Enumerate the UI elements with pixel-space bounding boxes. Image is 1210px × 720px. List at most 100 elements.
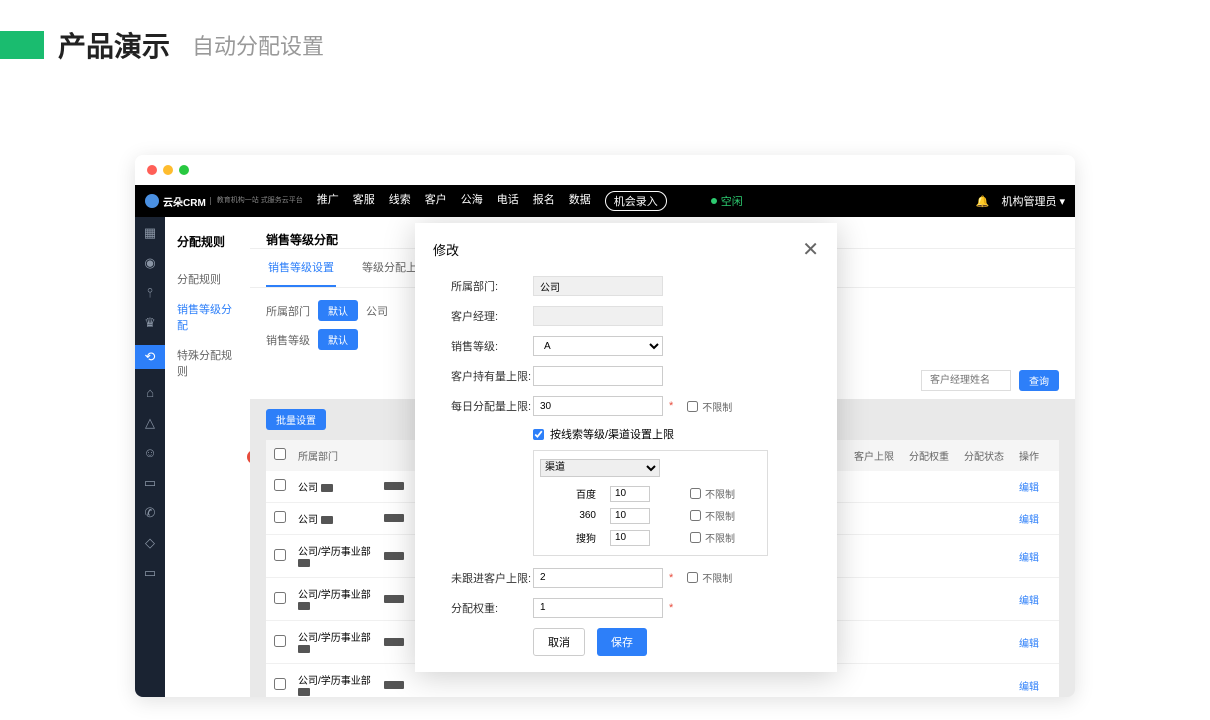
close-icon[interactable]: ✕ bbox=[802, 237, 819, 262]
edit-link[interactable]: 编辑 bbox=[1019, 592, 1059, 607]
nav-data[interactable]: 数据 bbox=[569, 191, 591, 211]
input-weight[interactable] bbox=[533, 598, 663, 618]
row-checkbox[interactable] bbox=[274, 549, 286, 561]
input-daily[interactable] bbox=[533, 396, 663, 416]
col-op: 操作 bbox=[1019, 448, 1059, 463]
sidepanel-title: 分配规则 bbox=[165, 233, 250, 264]
search-button[interactable]: 查询 bbox=[1019, 370, 1059, 391]
cell-dept: 公司/学历事业部 bbox=[294, 672, 384, 697]
col-state: 分配状态 bbox=[964, 448, 1019, 463]
channel-name: 360 bbox=[540, 510, 610, 521]
nav-phone[interactable]: 电话 bbox=[497, 191, 519, 211]
filter-level-label: 销售等级 bbox=[266, 332, 310, 348]
select-level[interactable]: A bbox=[533, 336, 663, 356]
topbar: 云朵CRM 教育机构一站 式服务云平台 推广 客服 线索 客户 公海 电话 报名… bbox=[135, 185, 1075, 217]
user-dropdown[interactable]: 机构管理员 ▾ bbox=[1001, 193, 1065, 209]
cancel-button[interactable]: 取消 bbox=[533, 628, 585, 656]
shield-icon[interactable]: ◉ bbox=[143, 255, 157, 269]
edit-link[interactable]: 编辑 bbox=[1019, 678, 1059, 693]
search-manager-input[interactable] bbox=[921, 370, 1011, 391]
channel-limit-label: 按线索等级/渠道设置上限 bbox=[550, 426, 674, 442]
nav-opportunity-pill[interactable]: 机会录入 bbox=[605, 191, 667, 211]
required-mark: * bbox=[669, 572, 673, 584]
input-hold[interactable] bbox=[533, 366, 663, 386]
nav-promo[interactable]: 推广 bbox=[317, 191, 339, 211]
row-checkbox[interactable] bbox=[274, 479, 286, 491]
col-limit: 客户上限 bbox=[854, 448, 909, 463]
recycle-icon[interactable]: △ bbox=[143, 415, 157, 429]
home-icon[interactable]: ⌂ bbox=[143, 385, 157, 399]
unlimited-label: 不限制 bbox=[705, 508, 735, 523]
subtab-level-setting[interactable]: 销售等级设置 bbox=[266, 249, 336, 287]
cb-unfollow-unlimited[interactable] bbox=[687, 572, 698, 583]
level-default-btn[interactable]: 默认 bbox=[318, 329, 358, 350]
dept-default-btn[interactable]: 默认 bbox=[318, 300, 358, 321]
logo[interactable]: 云朵CRM 教育机构一站 式服务云平台 bbox=[145, 194, 303, 209]
channel-box: 渠道 百度不限制360不限制搜狗不限制 bbox=[533, 450, 768, 556]
page-title: 产品演示 bbox=[58, 25, 170, 65]
close-dot[interactable] bbox=[147, 165, 157, 175]
label-daily: 每日分配量上限: bbox=[433, 398, 533, 414]
row-checkbox[interactable] bbox=[274, 592, 286, 604]
filter-dept-val: 公司 bbox=[366, 303, 388, 319]
card-icon[interactable]: ▭ bbox=[143, 565, 157, 579]
cell-dept: 公司/学历事业部 bbox=[294, 543, 384, 569]
cb-channel-unlimited[interactable] bbox=[690, 488, 701, 499]
nav-leads[interactable]: 线索 bbox=[389, 191, 411, 211]
row-checkbox[interactable] bbox=[274, 635, 286, 647]
cb-channel-unlimited[interactable] bbox=[690, 532, 701, 543]
channel-name: 搜狗 bbox=[540, 530, 610, 545]
call-icon[interactable]: ✆ bbox=[143, 505, 157, 519]
chart-icon[interactable]: ⫯ bbox=[143, 285, 157, 299]
sidepanel-item-special[interactable]: 特殊分配规则 bbox=[165, 340, 250, 386]
unlimited-label: 不限制 bbox=[705, 530, 735, 545]
logo-text: 云朵CRM bbox=[163, 194, 206, 209]
user-name: 机构管理员 bbox=[1001, 193, 1056, 209]
channel-value-input[interactable] bbox=[610, 530, 650, 546]
label-hold: 客户持有量上限: bbox=[433, 368, 533, 384]
accent-block bbox=[0, 31, 44, 59]
batch-settings-button[interactable]: 批量设置 bbox=[266, 409, 326, 430]
label-manager: 客户经理: bbox=[433, 308, 533, 324]
edit-link[interactable]: 编辑 bbox=[1019, 549, 1059, 564]
nav-pool[interactable]: 公海 bbox=[461, 191, 483, 211]
chevron-down-icon: ▾ bbox=[1059, 195, 1065, 208]
sidepanel-item-level[interactable]: 销售等级分配 bbox=[165, 294, 250, 340]
dashboard-icon[interactable]: ▦ bbox=[143, 225, 157, 239]
users-icon[interactable]: ♛ bbox=[143, 315, 157, 329]
nav-service[interactable]: 客服 bbox=[353, 191, 375, 211]
channel-value-input[interactable] bbox=[610, 508, 650, 524]
doc-icon[interactable]: ▭ bbox=[143, 475, 157, 489]
cb-daily-unlimited[interactable] bbox=[687, 401, 698, 412]
cb-channel-unlimited[interactable] bbox=[690, 510, 701, 521]
unlimited-label: 不限制 bbox=[702, 399, 732, 414]
row-checkbox[interactable] bbox=[274, 511, 286, 523]
sidepanel-item-rules[interactable]: 分配规则 bbox=[165, 264, 250, 294]
edit-link[interactable]: 编辑 bbox=[1019, 511, 1059, 526]
minimize-dot[interactable] bbox=[163, 165, 173, 175]
tag-icon[interactable]: ◇ bbox=[143, 535, 157, 549]
required-mark: * bbox=[669, 400, 673, 412]
maximize-dot[interactable] bbox=[179, 165, 189, 175]
unlimited-label: 不限制 bbox=[705, 486, 735, 501]
select-channel-type[interactable]: 渠道 bbox=[540, 459, 660, 477]
edit-link[interactable]: 编辑 bbox=[1019, 635, 1059, 650]
nav-signup[interactable]: 报名 bbox=[533, 191, 555, 211]
logo-subtitle: 教育机构一站 式服务云平台 bbox=[210, 197, 303, 205]
input-unfollow[interactable] bbox=[533, 568, 663, 588]
channel-value-input[interactable] bbox=[610, 486, 650, 502]
edit-link[interactable]: 编辑 bbox=[1019, 479, 1059, 494]
row-checkbox[interactable] bbox=[274, 678, 286, 690]
unlimited-label: 不限制 bbox=[702, 570, 732, 585]
window-controls bbox=[135, 155, 1075, 185]
select-all-checkbox[interactable] bbox=[274, 448, 286, 460]
bell-icon[interactable] bbox=[976, 195, 990, 208]
label-dept: 所属部门: bbox=[433, 278, 533, 294]
save-button[interactable]: 保存 bbox=[597, 628, 647, 656]
person-icon[interactable]: ☺ bbox=[143, 445, 157, 459]
icon-sidebar: ▦ ◉ ⫯ ♛ ⟲ ⌂ △ ☺ ▭ ✆ ◇ ▭ bbox=[135, 217, 165, 697]
cb-channel-limit[interactable] bbox=[533, 429, 544, 440]
filter-dept-label: 所属部门 bbox=[266, 303, 310, 319]
nav-customer[interactable]: 客户 bbox=[425, 191, 447, 211]
settings-icon[interactable]: ⟲ bbox=[135, 345, 165, 369]
